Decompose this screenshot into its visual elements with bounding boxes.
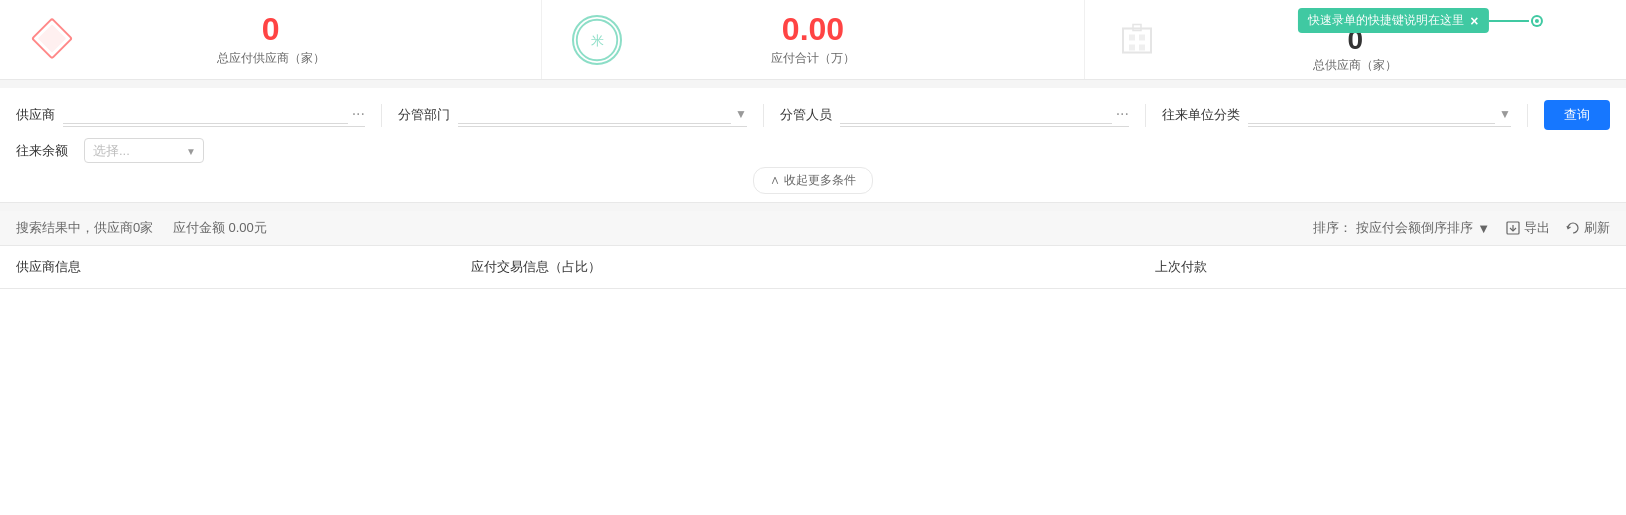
table-col-last-payment: 上次付款: [1155, 258, 1610, 276]
refresh-icon: [1566, 221, 1580, 235]
svg-rect-8: [1139, 44, 1145, 50]
sort-arrow: ▼: [1477, 221, 1490, 236]
department-filter: 分管部门 ▼: [382, 104, 764, 127]
supplier-label: 供应商: [16, 106, 55, 124]
supplier-dots[interactable]: ···: [352, 105, 365, 123]
unit-category-arrow[interactable]: ▼: [1499, 107, 1511, 121]
svg-text:米: 米: [591, 32, 604, 47]
top-stats-bar: 0 总应付供应商（家） 米 0.00 应付合计（万） 快速录单的快: [0, 0, 1626, 80]
balance-select[interactable]: 选择...: [84, 138, 204, 163]
tooltip-close[interactable]: ×: [1470, 13, 1478, 29]
sort-label: 排序：: [1313, 219, 1352, 237]
svg-rect-6: [1139, 34, 1145, 40]
result-amount: 应付金额 0.00元: [173, 220, 267, 235]
export-icon: [1506, 221, 1520, 235]
department-input[interactable]: [458, 104, 731, 124]
result-bar: 搜索结果中，供应商0家 应付金额 0.00元 排序： 按应付会额倒序排序 ▼ 导…: [0, 211, 1626, 246]
supplier-input[interactable]: [63, 104, 348, 124]
collapse-bar: ∧ 收起更多条件: [16, 167, 1610, 194]
filter-row-2: 往来余额 选择...: [16, 138, 1610, 163]
refresh-label: 刷新: [1584, 219, 1610, 237]
balance-select-wrapper[interactable]: 选择...: [84, 138, 204, 163]
tooltip-dot: [1532, 17, 1540, 25]
collapse-button[interactable]: ∧ 收起更多条件: [753, 167, 872, 194]
balance-label: 往来余额: [16, 142, 68, 160]
sort-value: 按应付会额倒序排序: [1356, 219, 1473, 237]
search-button[interactable]: 查询: [1544, 100, 1610, 130]
diamond-icon: [30, 16, 74, 63]
refresh-button[interactable]: 刷新: [1566, 219, 1610, 237]
circle-icon: 米: [572, 15, 622, 65]
table-body: [0, 289, 1626, 515]
payable-suppliers-number: 0: [262, 12, 280, 47]
stat-total-suppliers: 快速录单的快捷键说明在这里 × 0 总供应商（家）: [1085, 0, 1626, 79]
payable-total-label: 应付合计（万）: [771, 50, 855, 67]
person-dots[interactable]: ···: [1116, 105, 1129, 123]
sort-button[interactable]: 排序： 按应付会额倒序排序 ▼: [1313, 219, 1490, 237]
department-label: 分管部门: [398, 106, 450, 124]
svg-rect-4: [1123, 28, 1151, 52]
table-col-transaction: 应付交易信息（占比）: [471, 258, 1154, 276]
payable-total-number: 0.00: [782, 12, 844, 47]
svg-rect-5: [1129, 34, 1135, 40]
person-label: 分管人员: [780, 106, 832, 124]
result-text-group: 搜索结果中，供应商0家 应付金额 0.00元: [16, 219, 267, 237]
export-label: 导出: [1524, 219, 1550, 237]
building-icon: [1115, 16, 1159, 63]
tooltip-text: 快速录单的快捷键说明在这里: [1308, 12, 1464, 29]
filter-section: 供应商 ··· 分管部门 ▼ 分管人员 ··· 往来单位分类 ▼: [0, 88, 1626, 203]
payable-suppliers-label: 总应付供应商（家）: [217, 50, 325, 67]
filter-row-1: 供应商 ··· 分管部门 ▼ 分管人员 ··· 往来单位分类 ▼: [16, 100, 1610, 130]
unit-category-input[interactable]: [1248, 104, 1495, 124]
person-input[interactable]: [840, 104, 1112, 124]
table-header: 供应商信息 应付交易信息（占比） 上次付款: [0, 246, 1626, 289]
stat-payable-total: 米 0.00 应付合计（万）: [542, 0, 1084, 79]
result-actions: 排序： 按应付会额倒序排序 ▼ 导出 刷新: [1313, 219, 1610, 237]
table-col-supplier: 供应商信息: [16, 258, 471, 276]
svg-rect-7: [1129, 44, 1135, 50]
unit-category-label: 往来单位分类: [1162, 106, 1240, 124]
supplier-filter: 供应商 ···: [16, 104, 382, 127]
result-text: 搜索结果中，供应商0家: [16, 220, 153, 235]
tooltip-bubble: 快速录单的快捷键说明在这里 ×: [1298, 8, 1488, 33]
export-button[interactable]: 导出: [1506, 219, 1550, 237]
unit-category-filter: 往来单位分类 ▼: [1146, 104, 1528, 127]
person-filter: 分管人员 ···: [764, 104, 1146, 127]
department-arrow[interactable]: ▼: [735, 107, 747, 121]
stat-payable-suppliers: 0 总应付供应商（家）: [0, 0, 542, 79]
total-suppliers-label: 总供应商（家）: [1313, 57, 1397, 74]
